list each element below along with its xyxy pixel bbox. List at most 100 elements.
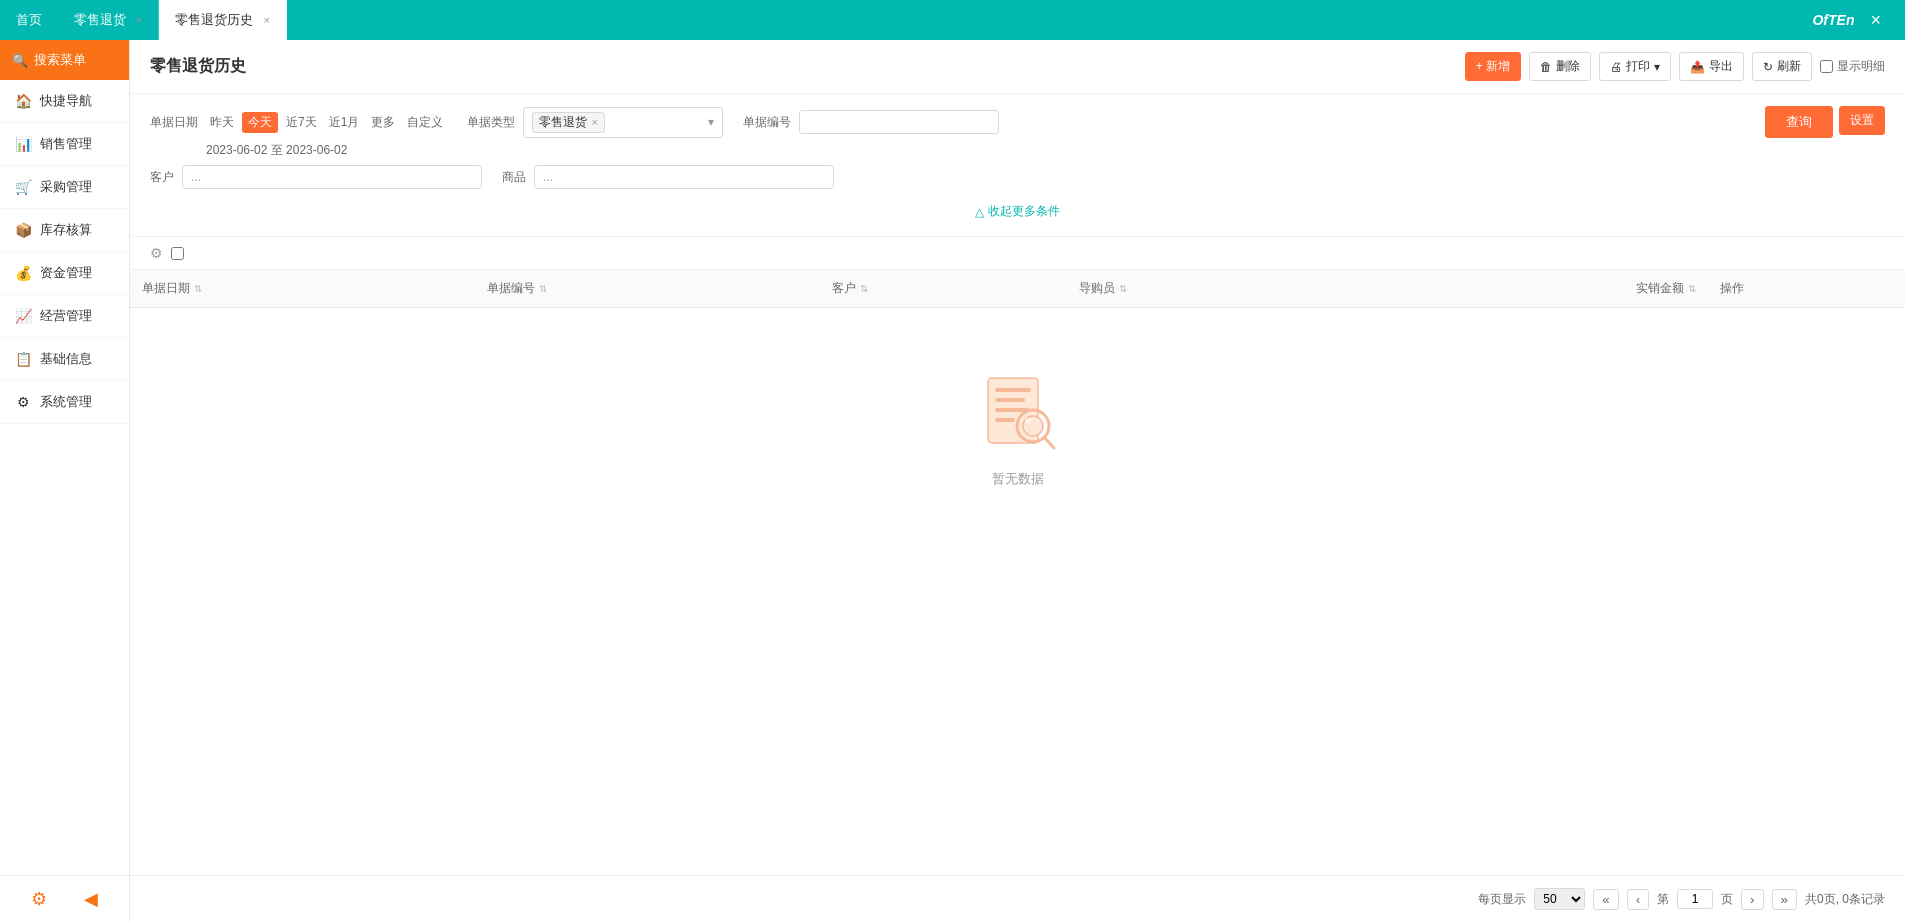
last-page-button[interactable]: » bbox=[1772, 889, 1797, 910]
bill-type-tag-close[interactable]: × bbox=[591, 116, 597, 128]
date-range-text: 2023-06-02 至 2023-06-02 bbox=[206, 143, 347, 157]
svg-line-7 bbox=[1044, 437, 1054, 448]
brand-label: OfTEn bbox=[1812, 12, 1854, 28]
add-button[interactable]: + 新增 bbox=[1465, 52, 1521, 81]
print-button[interactable]: 🖨 打印 ▾ bbox=[1599, 52, 1671, 81]
collapse-sidebar-icon[interactable]: ◀ bbox=[84, 888, 98, 910]
th-number[interactable]: 单据编号 ⇅ bbox=[475, 270, 820, 308]
top-bar-right: OfTEn × bbox=[1812, 10, 1905, 31]
goods-input[interactable]: ... bbox=[534, 165, 834, 189]
filter-goods: 商品 ... bbox=[502, 165, 834, 189]
customer-label: 客户 bbox=[150, 169, 174, 186]
show-detail-label: 显示明细 bbox=[1837, 58, 1885, 75]
th-guide-label: 导购员 bbox=[1079, 280, 1115, 297]
th-number-label: 单据编号 bbox=[487, 280, 535, 297]
delete-button[interactable]: 🗑 删除 bbox=[1529, 52, 1591, 81]
sidebar-item-inventory[interactable]: 📦 库存核算 bbox=[0, 209, 129, 252]
th-date-label: 单据日期 bbox=[142, 280, 190, 297]
export-label: 导出 bbox=[1709, 58, 1733, 75]
tab-home[interactable]: 首页 bbox=[0, 0, 58, 40]
sidebar-item-basic-info[interactable]: 📋 基础信息 bbox=[0, 338, 129, 381]
first-page-button[interactable]: « bbox=[1593, 889, 1618, 910]
print-label: 打印 bbox=[1626, 58, 1650, 75]
window-close-button[interactable]: × bbox=[1862, 10, 1889, 31]
filter-action-buttons: 查询 设置 bbox=[1765, 106, 1885, 138]
delete-label: 删除 bbox=[1556, 58, 1580, 75]
export-button[interactable]: 📤 导出 bbox=[1679, 52, 1744, 81]
sidebar-search[interactable]: 🔍 搜索菜单 bbox=[0, 40, 129, 80]
bill-type-label: 单据类型 bbox=[467, 114, 515, 131]
date-filter-label: 单据日期 bbox=[150, 114, 198, 131]
date-opt-1month[interactable]: 近1月 bbox=[325, 112, 364, 133]
tab-return-close[interactable]: × bbox=[136, 14, 142, 26]
date-opt-more[interactable]: 更多 bbox=[367, 112, 399, 133]
inventory-icon: 📦 bbox=[14, 221, 32, 239]
page-input[interactable] bbox=[1677, 889, 1713, 909]
tab-return[interactable]: 零售退货 × bbox=[58, 0, 159, 40]
svg-point-8 bbox=[1025, 418, 1031, 424]
th-guide[interactable]: 导购员 ⇅ bbox=[1067, 270, 1363, 308]
select-all-checkbox[interactable] bbox=[171, 247, 184, 260]
th-action: 操作 bbox=[1708, 270, 1905, 308]
customer-input[interactable]: ... bbox=[182, 165, 482, 189]
sidebar-item-finance[interactable]: 💰 资金管理 bbox=[0, 252, 129, 295]
query-button[interactable]: 查询 bbox=[1765, 106, 1833, 138]
search-icon: 🔍 bbox=[12, 53, 28, 68]
th-date[interactable]: 单据日期 ⇅ bbox=[130, 270, 475, 308]
show-detail-checkbox[interactable] bbox=[1820, 60, 1833, 73]
sidebar: 🔍 搜索菜单 🏠 快捷导航 📊 销售管理 🛒 采购管理 📦 库存核算 💰 资金管… bbox=[0, 40, 130, 922]
settings-bottom-icon[interactable]: ⚙ bbox=[31, 888, 47, 910]
setting-button[interactable]: 设置 bbox=[1839, 106, 1885, 135]
date-opt-custom[interactable]: 自定义 bbox=[403, 112, 447, 133]
empty-state: 暂无数据 bbox=[130, 308, 1905, 548]
sidebar-item-purchase[interactable]: 🛒 采购管理 bbox=[0, 166, 129, 209]
th-customer-label: 客户 bbox=[832, 280, 856, 297]
sidebar-item-sales-label: 销售管理 bbox=[40, 135, 92, 153]
sidebar-item-quick-nav[interactable]: 🏠 快捷导航 bbox=[0, 80, 129, 123]
tab-list: 首页 零售退货 × 零售退货历史 × bbox=[0, 0, 1812, 40]
refresh-button[interactable]: ↻ 刷新 bbox=[1752, 52, 1812, 81]
date-opt-yesterday[interactable]: 昨天 bbox=[206, 112, 238, 133]
table-container: 单据日期 ⇅ 单据编号 ⇅ 客户 bbox=[130, 270, 1905, 875]
prev-page-button[interactable]: ‹ bbox=[1627, 889, 1649, 910]
per-page-select[interactable]: 20 50 100 bbox=[1534, 888, 1585, 910]
basic-info-icon: 📋 bbox=[14, 350, 32, 368]
tab-return-history[interactable]: 零售退货历史 × bbox=[159, 0, 286, 40]
collapse-bar[interactable]: △ 收起更多条件 bbox=[150, 199, 1885, 224]
date-options: 昨天 今天 近7天 近1月 更多 自定义 bbox=[206, 112, 447, 133]
date-opt-today[interactable]: 今天 bbox=[242, 112, 278, 133]
quick-nav-icon: 🏠 bbox=[14, 92, 32, 110]
sales-icon: 📊 bbox=[14, 135, 32, 153]
table-header-row: 单据日期 ⇅ 单据编号 ⇅ 客户 bbox=[130, 270, 1905, 308]
next-page-button[interactable]: › bbox=[1741, 889, 1763, 910]
date-opt-7days[interactable]: 近7天 bbox=[282, 112, 321, 133]
sidebar-bottom: ⚙ ◀ bbox=[0, 875, 129, 922]
sidebar-item-operations[interactable]: 📈 经营管理 bbox=[0, 295, 129, 338]
bill-type-select[interactable]: 零售退货 × ▾ bbox=[523, 107, 723, 138]
top-bar: 首页 零售退货 × 零售退货历史 × OfTEn × bbox=[0, 0, 1905, 40]
table-toolbar: ⚙ bbox=[130, 237, 1905, 270]
finance-icon: 💰 bbox=[14, 264, 32, 282]
sidebar-item-sales[interactable]: 📊 销售管理 bbox=[0, 123, 129, 166]
empty-text: 暂无数据 bbox=[992, 470, 1044, 488]
show-detail-checkbox-label[interactable]: 显示明细 bbox=[1820, 58, 1885, 75]
bill-type-dropdown-icon: ▾ bbox=[708, 115, 714, 129]
page-label: 第 bbox=[1657, 891, 1669, 908]
refresh-label: 刷新 bbox=[1777, 58, 1801, 75]
page-header: 零售退货历史 + 新增 🗑 删除 🖨 打印 ▾ 📤 导出 ↻ bbox=[130, 40, 1905, 94]
table-settings-icon[interactable]: ⚙ bbox=[150, 245, 163, 261]
th-action-label: 操作 bbox=[1720, 281, 1744, 295]
sidebar-item-inventory-label: 库存核算 bbox=[40, 221, 92, 239]
sidebar-item-purchase-label: 采购管理 bbox=[40, 178, 92, 196]
system-icon: ⚙ bbox=[14, 393, 32, 411]
collapse-label: 收起更多条件 bbox=[988, 203, 1060, 220]
sidebar-item-system[interactable]: ⚙ 系统管理 bbox=[0, 381, 129, 424]
bill-type-value: 零售退货 bbox=[539, 114, 587, 131]
sidebar-item-quick-nav-label: 快捷导航 bbox=[40, 92, 92, 110]
th-date-sort-icon: ⇅ bbox=[194, 283, 202, 294]
th-amount[interactable]: 实销金额 ⇅ bbox=[1363, 270, 1708, 308]
bill-number-input[interactable] bbox=[799, 110, 999, 134]
tab-return-history-close[interactable]: × bbox=[263, 14, 269, 26]
sidebar-item-system-label: 系统管理 bbox=[40, 393, 92, 411]
th-customer[interactable]: 客户 ⇅ bbox=[820, 270, 1067, 308]
